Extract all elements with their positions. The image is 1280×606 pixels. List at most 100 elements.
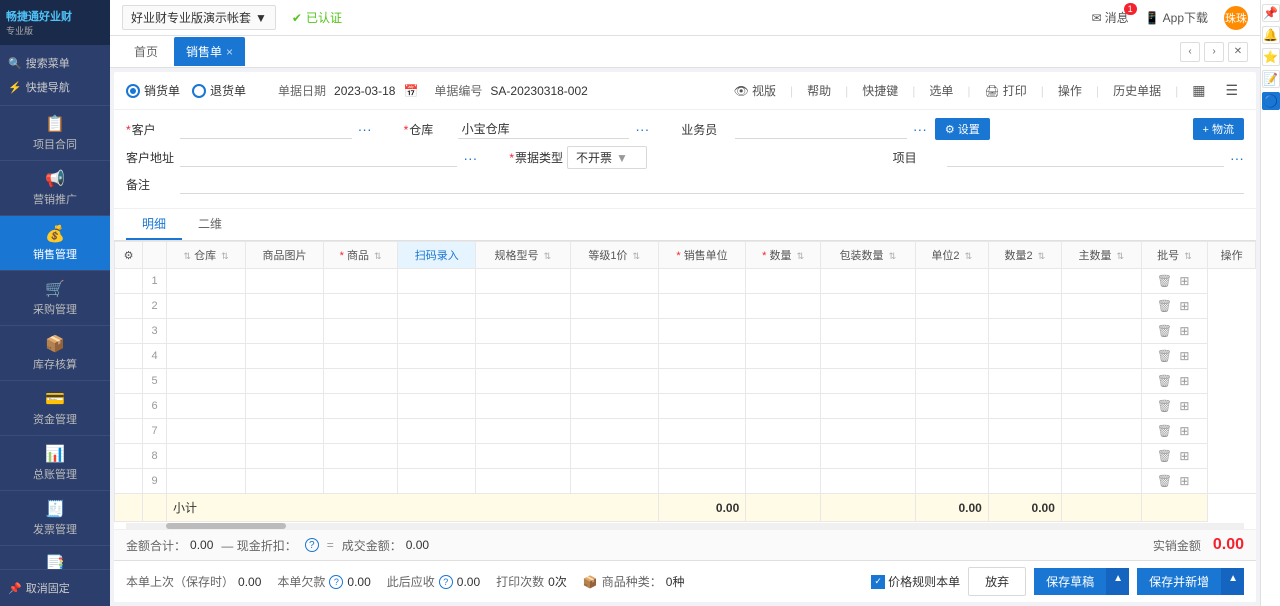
- th-warehouse[interactable]: ⇅ 仓库 ⇅: [167, 242, 246, 269]
- help-icon2[interactable]: ?: [439, 575, 453, 589]
- delete-row-btn[interactable]: 🗑: [1156, 398, 1172, 414]
- sidebar-item-sales[interactable]: 💰 销售管理: [0, 216, 110, 271]
- radio-return[interactable]: 退货单: [192, 82, 246, 99]
- sidebar-item-purchase[interactable]: 🛒 采购管理: [0, 271, 110, 326]
- right-icon-5[interactable]: 🔵: [1262, 92, 1280, 110]
- tab-close-btn[interactable]: ×: [226, 45, 233, 59]
- price-policy-checkbox[interactable]: ✓ 价格规则本单: [871, 573, 960, 590]
- list-view-btn[interactable]: ☰: [1219, 80, 1244, 101]
- right-icon-3[interactable]: ⭐: [1262, 48, 1280, 66]
- help-btn[interactable]: 帮助: [801, 80, 837, 101]
- setup-btn[interactable]: ⚙ 设置: [935, 118, 990, 140]
- delete-row-btn[interactable]: 🗑: [1156, 373, 1172, 389]
- th-batch[interactable]: 批号 ⇅: [1141, 242, 1208, 269]
- radio-dot-sale: [126, 84, 140, 98]
- th-product-img[interactable]: 商品图片: [246, 242, 324, 269]
- sidebar-item-capital[interactable]: 💳 资金管理: [0, 381, 110, 436]
- delete-row-btn[interactable]: 🗑: [1156, 448, 1172, 464]
- th-sale-unit[interactable]: * 销售单位: [658, 242, 746, 269]
- view-btn[interactable]: 👁 视版: [728, 80, 782, 101]
- copy-row-btn[interactable]: ⊞: [1176, 348, 1192, 364]
- search-menu-item[interactable]: 🔍 搜索菜单: [8, 51, 102, 75]
- project-picker-btn[interactable]: ···: [1230, 150, 1244, 166]
- tab-prev-btn[interactable]: ‹: [1180, 42, 1200, 62]
- th-pack-qty[interactable]: 包装数量 ⇅: [821, 242, 916, 269]
- warehouse-input[interactable]: [458, 120, 630, 139]
- shortcut-btn[interactable]: 快捷键: [856, 80, 904, 101]
- tab-close-all-btn[interactable]: ✕: [1228, 42, 1248, 62]
- tab-home[interactable]: 首页: [122, 37, 170, 66]
- warehouse-picker-btn[interactable]: ···: [635, 121, 649, 137]
- right-icon-1[interactable]: 📌: [1262, 4, 1280, 22]
- th-qty2[interactable]: 数量2 ⇅: [988, 242, 1061, 269]
- project-input[interactable]: [947, 148, 1224, 167]
- message-btn[interactable]: ✉ 1 消息: [1092, 9, 1129, 26]
- tab-next-btn[interactable]: ›: [1204, 42, 1224, 62]
- quick-nav-item[interactable]: ⚡ 快捷导航: [8, 75, 102, 99]
- history-btn[interactable]: 历史单据: [1107, 80, 1167, 101]
- delete-row-btn[interactable]: 🗑: [1156, 473, 1172, 489]
- copy-row-btn[interactable]: ⊞: [1176, 398, 1192, 414]
- salesperson-input[interactable]: [735, 120, 907, 139]
- th-product[interactable]: * 商品 ⇅: [323, 242, 398, 269]
- tab-sale[interactable]: 销售单 ×: [174, 37, 245, 66]
- address-input[interactable]: [180, 148, 457, 167]
- company-selector[interactable]: 好业财专业版演示帐套 ▼: [122, 5, 276, 30]
- save-draft-main-btn[interactable]: 保存草稿: [1034, 568, 1106, 595]
- app-download-btn[interactable]: 📱 App下载: [1145, 9, 1208, 26]
- salesperson-picker-btn[interactable]: ···: [913, 121, 927, 137]
- right-icon-2[interactable]: 🔔: [1262, 26, 1280, 44]
- horizontal-scrollbar[interactable]: [126, 523, 1244, 529]
- th-main-qty[interactable]: 主数量 ⇅: [1061, 242, 1141, 269]
- copy-row-btn[interactable]: ⊞: [1176, 298, 1192, 314]
- save-draft-arrow-btn[interactable]: ▲: [1106, 568, 1129, 595]
- print-btn[interactable]: 🖨 打印: [979, 80, 1033, 101]
- tab-detail[interactable]: 明细: [126, 209, 182, 240]
- save-new-arrow-btn[interactable]: ▲: [1221, 568, 1244, 595]
- customer-input[interactable]: [180, 120, 352, 139]
- th-grade-price[interactable]: 等级1价 ⇅: [570, 242, 658, 269]
- save-new-main-btn[interactable]: 保存并新增: [1137, 568, 1221, 595]
- copy-row-btn[interactable]: ⊞: [1176, 373, 1192, 389]
- copy-row-btn[interactable]: ⊞: [1176, 423, 1192, 439]
- sidebar-item-tax[interactable]: 📑 税务管理: [0, 546, 110, 569]
- th-batch-import[interactable]: 扫码录入: [398, 242, 476, 269]
- th-quantity[interactable]: * 数量 ⇅: [746, 242, 821, 269]
- discount-help-btn[interactable]: ?: [305, 538, 319, 552]
- cancel-pin-item[interactable]: 📌 取消固定: [8, 576, 102, 600]
- table-settings-col[interactable]: ⚙: [115, 242, 143, 269]
- copy-row-btn[interactable]: ⊞: [1176, 473, 1192, 489]
- calendar-icon[interactable]: 📅: [403, 84, 418, 98]
- sidebar-item-accounting[interactable]: 📊 总账管理: [0, 436, 110, 491]
- note-input[interactable]: [180, 175, 1244, 194]
- delete-row-btn[interactable]: 🗑: [1156, 423, 1172, 439]
- sidebar-item-project[interactable]: 📋 项目合同: [0, 106, 110, 161]
- th-spec[interactable]: 规格型号 ⇅: [476, 242, 571, 269]
- select-btn[interactable]: 选单: [923, 80, 959, 101]
- address-picker-btn[interactable]: ···: [463, 150, 477, 166]
- delete-row-btn[interactable]: 🗑: [1156, 298, 1172, 314]
- add-goods-btn[interactable]: + 物流: [1193, 118, 1244, 140]
- abandon-btn[interactable]: 放弃: [968, 567, 1026, 596]
- delete-row-btn[interactable]: 🗑: [1156, 348, 1172, 364]
- grid-view-btn[interactable]: ▦: [1186, 80, 1211, 101]
- copy-row-btn[interactable]: ⊞: [1176, 448, 1192, 464]
- customer-picker-btn[interactable]: ···: [358, 121, 372, 137]
- sidebar-item-marketing[interactable]: 📢 营销推广: [0, 161, 110, 216]
- ticket-select[interactable]: 不开票 ▼: [567, 146, 647, 169]
- sidebar-item-inventory[interactable]: 📦 库存核算: [0, 326, 110, 381]
- actions-btn[interactable]: 操作: [1052, 80, 1088, 101]
- copy-row-btn[interactable]: ⊞: [1176, 323, 1192, 339]
- tab-two-d[interactable]: 二维: [182, 209, 238, 240]
- right-icon-4[interactable]: 📝: [1262, 70, 1280, 88]
- user-avatar[interactable]: 珠珠: [1224, 6, 1248, 30]
- scroll-thumb[interactable]: [166, 523, 286, 529]
- delete-row-btn[interactable]: 🗑: [1156, 323, 1172, 339]
- copy-row-btn[interactable]: ⊞: [1176, 273, 1192, 289]
- sidebar-item-invoice[interactable]: 🧾 发票管理: [0, 491, 110, 546]
- delete-row-btn[interactable]: 🗑: [1156, 273, 1172, 289]
- th-unit2[interactable]: 单位2 ⇅: [915, 242, 988, 269]
- radio-sale[interactable]: 销货单: [126, 82, 180, 99]
- help-icon[interactable]: ?: [329, 575, 343, 589]
- sidebar-bottom: 📌 取消固定: [0, 569, 110, 606]
